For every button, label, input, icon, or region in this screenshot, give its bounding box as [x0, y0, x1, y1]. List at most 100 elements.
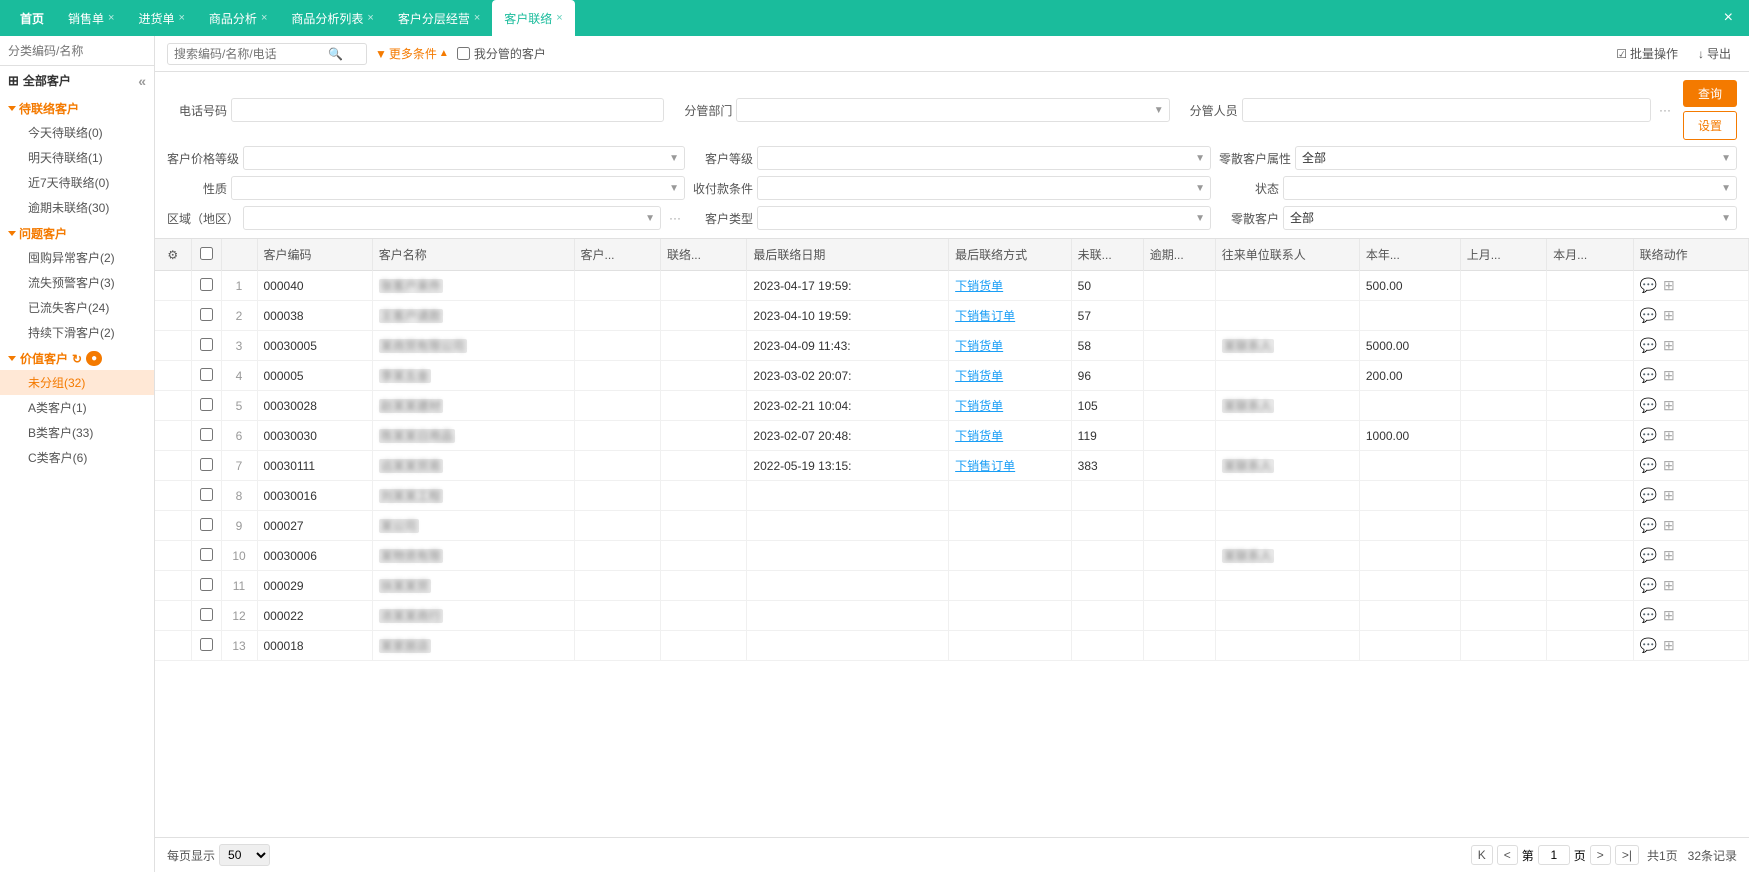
action-grid-icon-1[interactable]: ⊞ — [1663, 307, 1675, 324]
sidebar-item-unclassified[interactable]: 未分组(32) — [0, 370, 154, 395]
page-size-select[interactable]: 50 100 200 — [219, 844, 270, 866]
sidebar-item-overdue[interactable]: 逾期未联络(30) — [0, 195, 154, 220]
action-grid-icon-11[interactable]: ⊞ — [1663, 607, 1675, 624]
tab-customer-mgr[interactable]: 客户分层经营 × — [386, 0, 492, 36]
action-grid-icon-8[interactable]: ⊞ — [1663, 517, 1675, 534]
col-settings[interactable]: ⚙ — [155, 239, 191, 271]
action-grid-icon-6[interactable]: ⊞ — [1663, 457, 1675, 474]
region-select[interactable] — [243, 206, 661, 230]
action-chat-icon-7[interactable]: 💬 — [1640, 487, 1657, 504]
sidebar-item-churn-warning[interactable]: 流失预警客户(3) — [0, 270, 154, 295]
sidebar-item-class-c[interactable]: C类客户(6) — [0, 445, 154, 470]
lastway-link-3[interactable]: 下销货单 — [955, 369, 1003, 383]
row-checkbox-12[interactable] — [200, 638, 213, 651]
row-checkbox-10[interactable] — [200, 578, 213, 591]
tab-customer-contact-close[interactable]: × — [556, 12, 562, 24]
dept-select[interactable] — [736, 98, 1169, 122]
query-button[interactable]: 查询 — [1683, 80, 1737, 107]
nature-select[interactable] — [231, 176, 685, 200]
value-refresh-icon[interactable]: ↻ — [72, 352, 82, 366]
tab-home[interactable]: 首页 — [8, 0, 56, 36]
lastway-link-0[interactable]: 下销货单 — [955, 279, 1003, 293]
sidebar-collapse-icon[interactable]: « — [138, 73, 146, 89]
payment-select[interactable] — [757, 176, 1211, 200]
action-chat-icon-5[interactable]: 💬 — [1640, 427, 1657, 444]
sidebar-search-input[interactable] — [8, 44, 155, 58]
sidebar-problem-title[interactable]: 问题客户 — [0, 220, 154, 245]
lastway-link-4[interactable]: 下销货单 — [955, 399, 1003, 413]
action-chat-icon-8[interactable]: 💬 — [1640, 517, 1657, 534]
row-checkbox-9[interactable] — [200, 548, 213, 561]
action-chat-icon-4[interactable]: 💬 — [1640, 397, 1657, 414]
action-chat-icon-6[interactable]: 💬 — [1640, 457, 1657, 474]
row-checkbox-1[interactable] — [200, 308, 213, 321]
action-grid-icon-2[interactable]: ⊞ — [1663, 337, 1675, 354]
action-chat-icon-3[interactable]: 💬 — [1640, 367, 1657, 384]
region-dots-icon[interactable]: ··· — [665, 211, 685, 225]
action-grid-icon-0[interactable]: ⊞ — [1663, 277, 1675, 294]
next-page-button[interactable]: > — [1590, 845, 1611, 865]
tab-product-list-close[interactable]: × — [367, 12, 373, 24]
action-grid-icon-12[interactable]: ⊞ — [1663, 637, 1675, 654]
page-number-input[interactable] — [1538, 845, 1570, 865]
action-chat-icon-0[interactable]: 💬 — [1640, 277, 1657, 294]
row-checkbox-11[interactable] — [200, 608, 213, 621]
row-checkbox-5[interactable] — [200, 428, 213, 441]
my-customers-checkbox[interactable] — [457, 47, 470, 60]
action-grid-icon-3[interactable]: ⊞ — [1663, 367, 1675, 384]
retail-attr-select[interactable]: 全部 — [1295, 146, 1737, 170]
row-checkbox-0[interactable] — [200, 278, 213, 291]
sidebar-all-customers[interactable]: ⊞ 全部客户 « — [0, 66, 154, 95]
phone-input[interactable] — [231, 98, 664, 122]
reset-button[interactable]: 设置 — [1683, 111, 1737, 140]
filter-more-conditions[interactable]: ▼ 更多条件 ▲ — [375, 45, 449, 62]
row-checkbox-8[interactable] — [200, 518, 213, 531]
customer-type-select[interactable] — [757, 206, 1211, 230]
batch-op-button[interactable]: ☑ 批量操作 — [1610, 42, 1684, 65]
action-grid-icon-9[interactable]: ⊞ — [1663, 547, 1675, 564]
row-checkbox-2[interactable] — [200, 338, 213, 351]
row-checkbox-4[interactable] — [200, 398, 213, 411]
action-chat-icon-11[interactable]: 💬 — [1640, 607, 1657, 624]
sidebar-item-declining[interactable]: 持续下滑客户(2) — [0, 320, 154, 345]
window-close-button[interactable]: × — [1716, 9, 1741, 27]
action-grid-icon-7[interactable]: ⊞ — [1663, 487, 1675, 504]
tab-product-list[interactable]: 商品分析列表 × — [279, 0, 385, 36]
sidebar-pending-title[interactable]: 待联络客户 — [0, 95, 154, 120]
first-page-button[interactable]: K — [1471, 845, 1493, 865]
sidebar-value-title[interactable]: 价值客户 ↻ ● — [0, 345, 154, 370]
tab-sales[interactable]: 销售单 × — [56, 0, 126, 36]
tab-customer-mgr-close[interactable]: × — [474, 12, 480, 24]
row-checkbox-6[interactable] — [200, 458, 213, 471]
action-chat-icon-2[interactable]: 💬 — [1640, 337, 1657, 354]
action-grid-icon-4[interactable]: ⊞ — [1663, 397, 1675, 414]
tab-product-analysis[interactable]: 商品分析 × — [197, 0, 279, 36]
export-button[interactable]: ↓ 导出 — [1692, 42, 1737, 65]
sidebar-item-today[interactable]: 今天待联络(0) — [0, 120, 154, 145]
tab-purchase[interactable]: 进货单 × — [126, 0, 196, 36]
tab-product-analysis-close[interactable]: × — [261, 12, 267, 24]
action-chat-icon-1[interactable]: 💬 — [1640, 307, 1657, 324]
filter-search-icon[interactable]: 🔍 — [328, 47, 343, 61]
sidebar-item-churned[interactable]: 已流失客户(24) — [0, 295, 154, 320]
filter-search-input[interactable] — [174, 47, 324, 61]
row-checkbox-3[interactable] — [200, 368, 213, 381]
status-select[interactable] — [1283, 176, 1737, 200]
person-dots-icon[interactable]: ··· — [1655, 103, 1675, 117]
prev-page-button[interactable]: < — [1497, 845, 1518, 865]
select-all-checkbox[interactable] — [200, 247, 213, 260]
action-grid-icon-5[interactable]: ⊞ — [1663, 427, 1675, 444]
person-input[interactable] — [1242, 98, 1651, 122]
last-page-button[interactable]: >| — [1615, 845, 1639, 865]
lastway-link-2[interactable]: 下销货单 — [955, 339, 1003, 353]
retail-customer-select[interactable]: 全部 — [1283, 206, 1737, 230]
sidebar-item-class-b[interactable]: B类客户(33) — [0, 420, 154, 445]
tab-customer-contact[interactable]: 客户联络 × — [492, 0, 574, 36]
lastway-link-5[interactable]: 下销货单 — [955, 429, 1003, 443]
sidebar-item-tomorrow[interactable]: 明天待联络(1) — [0, 145, 154, 170]
sidebar-item-7days[interactable]: 近7天待联络(0) — [0, 170, 154, 195]
price-level-select[interactable] — [243, 146, 685, 170]
tab-sales-close[interactable]: × — [108, 12, 114, 24]
customer-level-select[interactable] — [757, 146, 1211, 170]
action-chat-icon-9[interactable]: 💬 — [1640, 547, 1657, 564]
